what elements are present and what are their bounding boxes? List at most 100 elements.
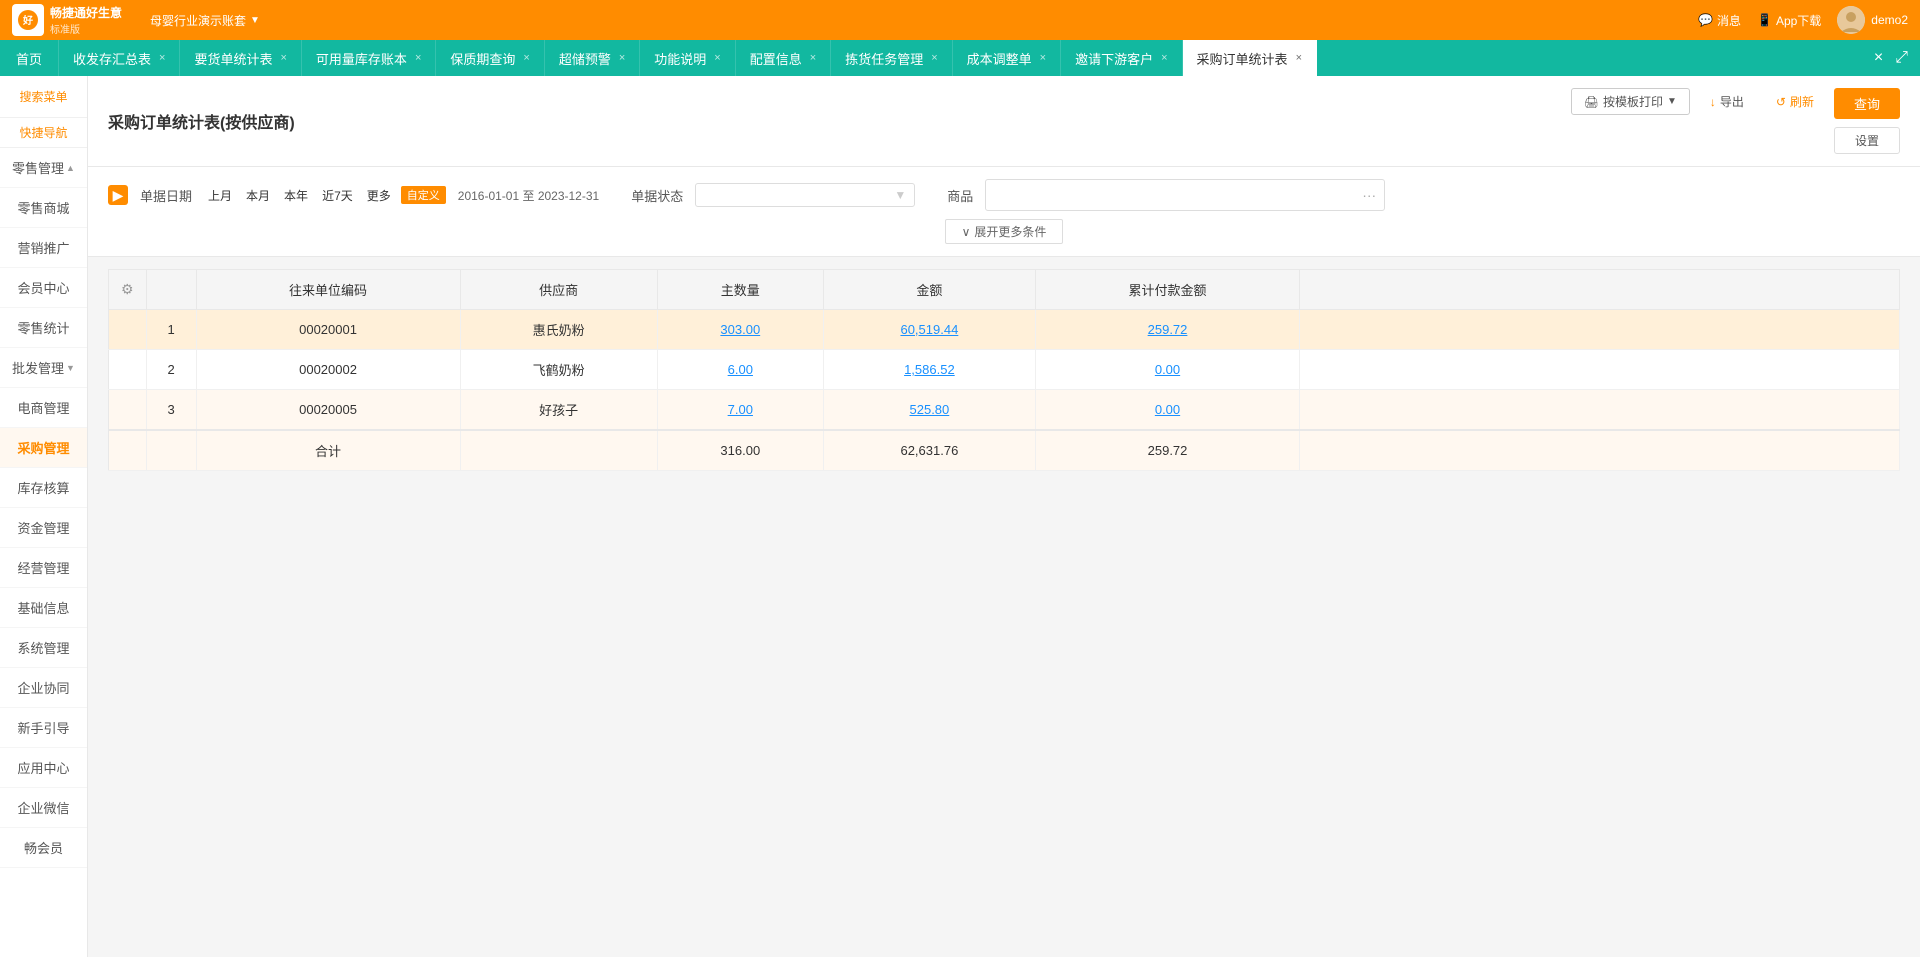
status-select[interactable]: ▼ <box>695 183 915 207</box>
quick-nav-button[interactable]: 快捷导航 <box>19 126 67 140</box>
nav-tab-yaohuo[interactable]: 要货单统计表 × <box>180 40 301 76</box>
date-label: 单据日期 <box>140 186 192 205</box>
qty-link[interactable]: 6.00 <box>728 362 753 377</box>
nav-tab-peizhi[interactable]: 配置信息 × <box>736 40 831 76</box>
export-button[interactable]: ↓ 导出 <box>1698 89 1756 114</box>
sidebar-item-basic-info[interactable]: 基础信息 <box>0 588 87 628</box>
table-settings-icon[interactable]: ⚙ <box>121 281 134 297</box>
paid-link[interactable]: 0.00 <box>1155 402 1180 417</box>
close-icon[interactable]: × <box>280 52 286 64</box>
close-icon[interactable]: × <box>1161 52 1167 64</box>
sidebar-item-system[interactable]: 系统管理 <box>0 628 87 668</box>
row-supplier: 好孩子 <box>460 390 657 431</box>
shortcut-7days[interactable]: 近7天 <box>318 185 357 206</box>
sidebar-label: 基础信息 <box>17 601 69 616</box>
nav-tab-yaoqing[interactable]: 邀请下游客户 × <box>1061 40 1182 76</box>
nav-tab-gongneng[interactable]: 功能说明 × <box>640 40 735 76</box>
footer-amount: 62,631.76 <box>823 430 1035 471</box>
qty-link[interactable]: 7.00 <box>728 402 753 417</box>
table-row[interactable]: 2 00020002 飞鹤奶粉 6.00 1,586.52 0.00 <box>109 350 1900 390</box>
nav-tab-baozhi[interactable]: 保质期查询 × <box>436 40 544 76</box>
tab-label: 可用量库存账本 <box>316 49 407 68</box>
print-icon: 🖨 <box>1584 95 1599 109</box>
custom-badge[interactable]: 自定义 <box>401 186 446 204</box>
close-icon[interactable]: × <box>523 52 529 64</box>
paid-link[interactable]: 0.00 <box>1155 362 1180 377</box>
chevron-down-icon: ▼ <box>250 15 260 26</box>
settings-button[interactable]: 设置 <box>1834 127 1900 154</box>
maximize-icon[interactable]: ⤢ <box>1891 47 1912 69</box>
nav-home[interactable]: 首页 <box>0 40 59 76</box>
sidebar-item-retail-stats[interactable]: 零售统计 <box>0 308 87 348</box>
goods-input[interactable] <box>994 184 1362 206</box>
column-header-settings[interactable]: ⚙ <box>109 270 147 310</box>
avatar <box>1837 6 1865 34</box>
print-label: 按模板打印 <box>1603 93 1663 110</box>
close-tab-icon[interactable]: × <box>1870 47 1887 69</box>
sidebar-item-retail-mall[interactable]: 零售商城 <box>0 188 87 228</box>
amount-link[interactable]: 525.80 <box>910 402 950 417</box>
sidebar-item-marketing[interactable]: 营销推广 <box>0 228 87 268</box>
row-paid: 259.72 <box>1036 310 1300 350</box>
row-extra <box>1300 350 1900 390</box>
sidebar-item-app-center[interactable]: 应用中心 <box>0 748 87 788</box>
app-download-button[interactable]: 📱 App下载 <box>1757 12 1821 29</box>
filter-toggle-button[interactable]: ▶ <box>108 185 128 205</box>
expand-conditions-button[interactable]: ∨ 展开更多条件 <box>945 219 1064 244</box>
sidebar-label: 系统管理 <box>17 641 69 656</box>
qty-link[interactable]: 303.00 <box>720 322 760 337</box>
sidebar-label: 新手引导 <box>17 721 69 736</box>
table-row[interactable]: 3 00020005 好孩子 7.00 525.80 0.00 <box>109 390 1900 431</box>
sidebar-item-wholesale[interactable]: 批发管理 ▼ <box>0 348 87 388</box>
sidebar-item-operations[interactable]: 经营管理 <box>0 548 87 588</box>
table-row[interactable]: 1 00020001 惠氏奶粉 303.00 60,519.44 259.72 <box>109 310 1900 350</box>
row-extra <box>1300 310 1900 350</box>
nav-tab-chaochuyujing[interactable]: 超储预警 × <box>545 40 640 76</box>
sidebar-item-finance[interactable]: 资金管理 <box>0 508 87 548</box>
nav-tab-caigou-active[interactable]: 采购订单统计表 × <box>1183 40 1317 76</box>
message-button[interactable]: 💬 消息 <box>1698 12 1741 29</box>
print-button[interactable]: 🖨 按模板打印 ▼ <box>1571 88 1690 115</box>
close-icon[interactable]: × <box>1040 52 1046 64</box>
amount-link[interactable]: 1,586.52 <box>904 362 955 377</box>
query-button[interactable]: 查询 <box>1834 88 1900 119</box>
close-icon[interactable]: × <box>415 52 421 64</box>
more-icon[interactable]: ··· <box>1362 187 1376 203</box>
sidebar-item-members[interactable]: 会员中心 <box>0 268 87 308</box>
nav-tab-chengben[interactable]: 成本调整单 × <box>953 40 1061 76</box>
close-icon[interactable]: × <box>619 52 625 64</box>
nav-tab-jianhuo[interactable]: 拣货任务管理 × <box>831 40 952 76</box>
goods-label: 商品 <box>947 186 973 205</box>
shortcut-more[interactable]: 更多 <box>363 185 395 206</box>
refresh-button[interactable]: ↺ 刷新 <box>1764 89 1826 114</box>
close-icon[interactable]: × <box>159 52 165 64</box>
sidebar-item-newbie[interactable]: 新手引导 <box>0 708 87 748</box>
close-icon[interactable]: × <box>931 52 937 64</box>
sidebar-item-purchase[interactable]: 采购管理 <box>0 428 87 468</box>
amount-link[interactable]: 60,519.44 <box>900 322 958 337</box>
close-icon[interactable]: × <box>1296 52 1302 64</box>
sidebar-item-inventory[interactable]: 库存核算 <box>0 468 87 508</box>
nav-tab-keyongliang[interactable]: 可用量库存账本 × <box>302 40 436 76</box>
user-area[interactable]: demo2 <box>1837 6 1908 34</box>
shortcut-this-year[interactable]: 本年 <box>280 185 312 206</box>
footer-extra <box>1300 430 1900 471</box>
row-seq: 2 <box>146 350 196 390</box>
chevron-icon: ▼ <box>66 363 75 373</box>
sidebar-item-retail-mgmt[interactable]: 零售管理 ▲ <box>0 148 87 188</box>
sidebar-item-members-vip[interactable]: 畅会员 <box>0 828 87 868</box>
search-menu-button[interactable]: 搜索菜单 <box>8 84 79 109</box>
paid-link[interactable]: 259.72 <box>1148 322 1188 337</box>
chevron-icon: ▲ <box>66 163 75 173</box>
close-icon[interactable]: × <box>714 52 720 64</box>
nav-tab-shofazun[interactable]: 收发存汇总表 × <box>59 40 180 76</box>
sidebar-item-enterprise-wechat[interactable]: 企业微信 <box>0 788 87 828</box>
footer-label: 合计 <box>196 430 460 471</box>
workspace-selector[interactable]: 母婴行业演示账套 ▼ <box>150 12 260 29</box>
logo-area: 好 畅捷通好生意 标准版 <box>12 4 122 36</box>
sidebar-item-enterprise-collab[interactable]: 企业协同 <box>0 668 87 708</box>
shortcut-this-month[interactable]: 本月 <box>242 185 274 206</box>
shortcut-last-month[interactable]: 上月 <box>204 185 236 206</box>
close-icon[interactable]: × <box>810 52 816 64</box>
sidebar-item-ecommerce[interactable]: 电商管理 <box>0 388 87 428</box>
